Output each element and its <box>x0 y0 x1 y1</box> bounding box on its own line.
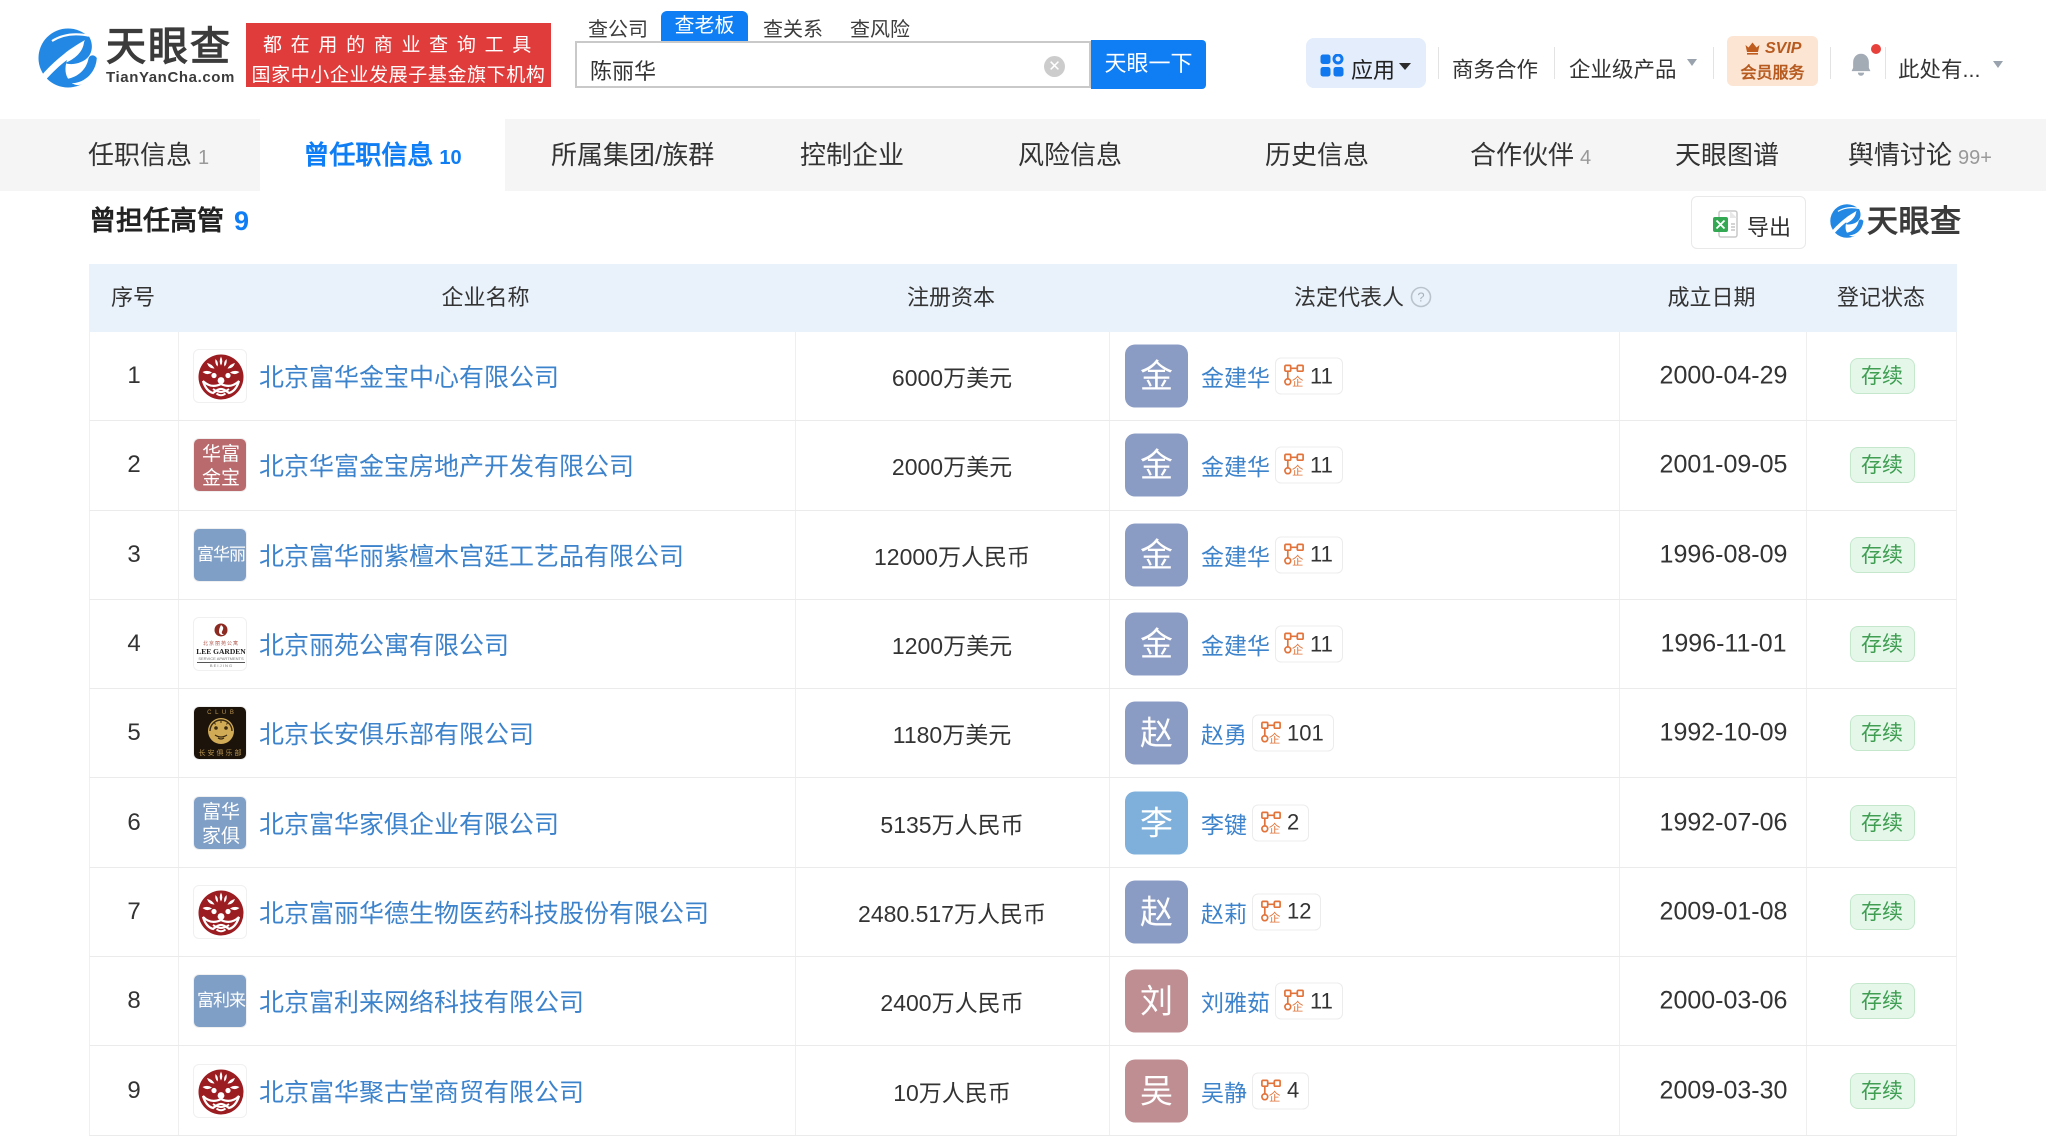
svg-text:企: 企 <box>1269 1089 1281 1102</box>
svg-text:企: 企 <box>1269 821 1281 834</box>
svg-text:企: 企 <box>1292 643 1304 656</box>
svg-text:企: 企 <box>1292 1000 1304 1013</box>
svg-text:企: 企 <box>1292 375 1304 388</box>
svg-text:企: 企 <box>1269 910 1281 923</box>
svg-text:?: ? <box>1417 290 1424 305</box>
svg-text:企: 企 <box>1292 553 1304 566</box>
svg-text:企: 企 <box>1292 464 1304 477</box>
svg-text:企: 企 <box>1269 732 1281 745</box>
